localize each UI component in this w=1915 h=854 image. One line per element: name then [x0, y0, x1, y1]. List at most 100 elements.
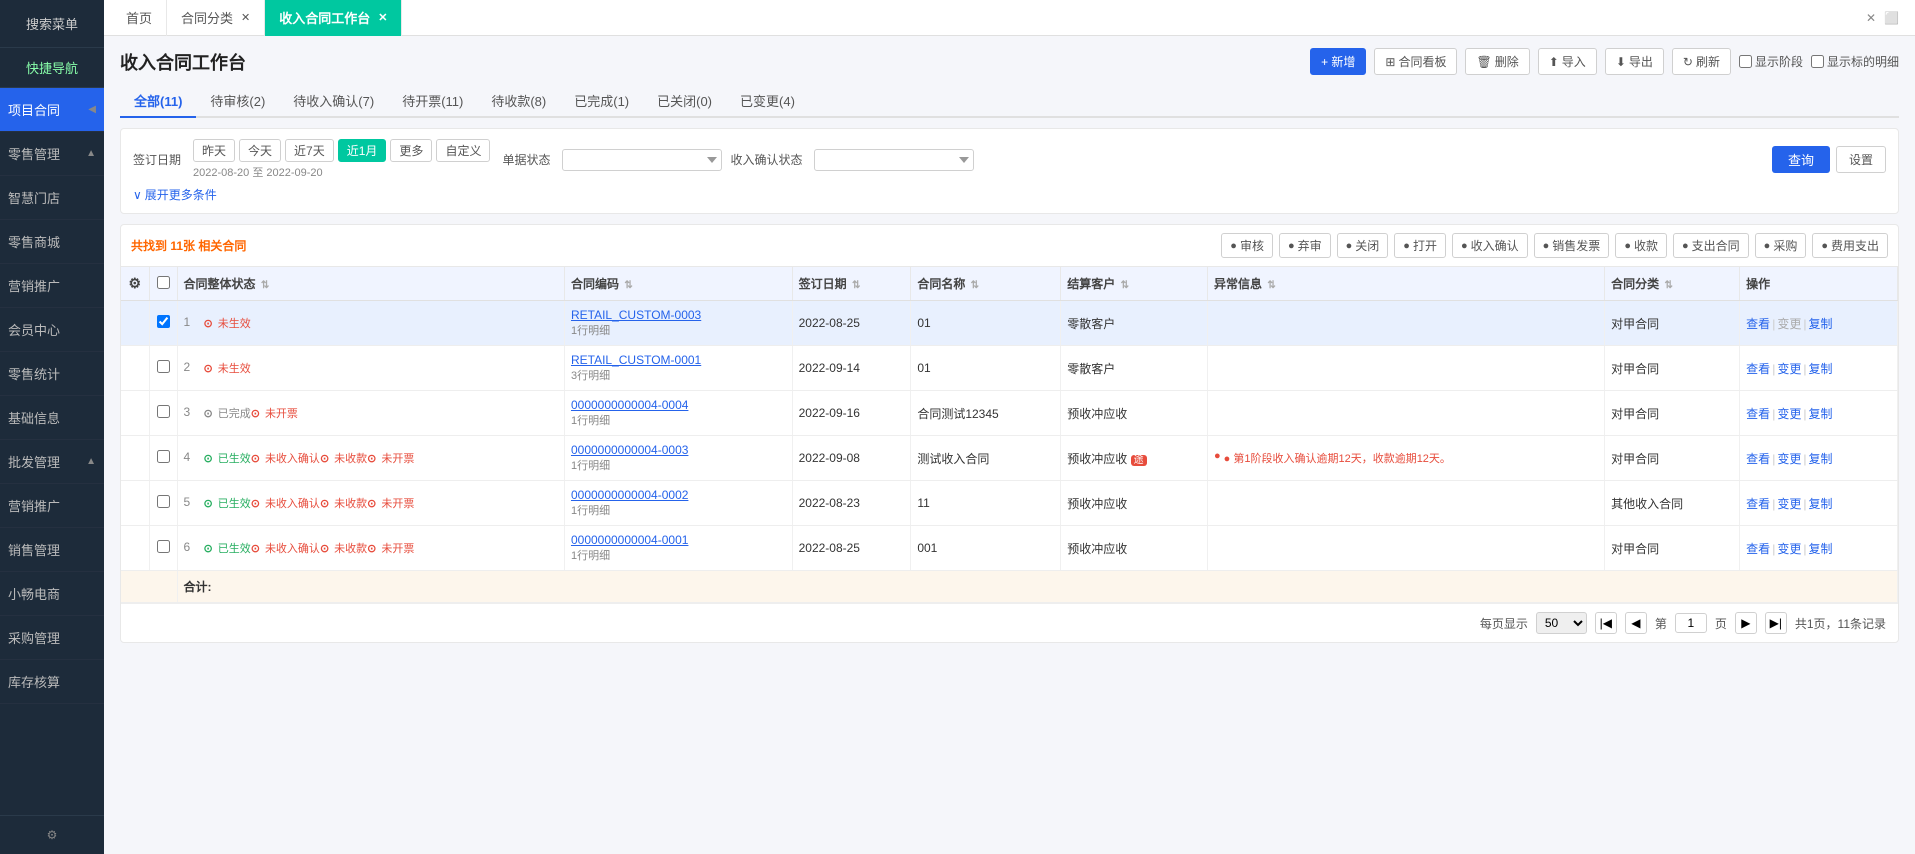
- table-action-btn[interactable]: ● 收款: [1615, 233, 1667, 258]
- contract-code-link[interactable]: RETAIL_CUSTOM-0001: [571, 353, 786, 367]
- status-tab[interactable]: 已关闭(0): [643, 85, 726, 118]
- sidebar-item-retail-stats[interactable]: 零售统计: [0, 352, 104, 396]
- row-checkbox[interactable]: [157, 315, 170, 328]
- op-查看[interactable]: 查看: [1746, 497, 1770, 511]
- table-action-btn[interactable]: ● 弃审: [1279, 233, 1331, 258]
- income-confirm-select[interactable]: [814, 149, 974, 171]
- date-shortcut-btn[interactable]: 近1月: [338, 139, 387, 162]
- doc-status-select[interactable]: [562, 149, 722, 171]
- sidebar-item-member-center[interactable]: 会员中心: [0, 308, 104, 352]
- table-action-btn[interactable]: ● 打开: [1394, 233, 1446, 258]
- op-查看[interactable]: 查看: [1746, 452, 1770, 466]
- tab-home[interactable]: 首页: [112, 0, 167, 36]
- tab-income-contract[interactable]: 收入合同工作台 ✕: [265, 0, 402, 36]
- op-复制[interactable]: 复制: [1808, 317, 1832, 331]
- date-shortcut-btn[interactable]: 昨天: [193, 139, 235, 162]
- row-checkbox[interactable]: [157, 540, 170, 553]
- sidebar-item-purchase-mgmt[interactable]: 采购管理: [0, 616, 104, 660]
- table-action-btn[interactable]: ● 审核: [1221, 233, 1273, 258]
- error-icon: ●: [1214, 450, 1221, 462]
- last-page-btn[interactable]: ▶|: [1765, 612, 1787, 634]
- status-tab[interactable]: 待收款(8): [477, 85, 560, 118]
- date-shortcut-btn[interactable]: 今天: [239, 139, 281, 162]
- sidebar-item-wholesale-mgmt[interactable]: 批发管理 ▲: [0, 440, 104, 484]
- op-变更[interactable]: 变更: [1777, 407, 1801, 421]
- import-btn[interactable]: ⬆ 导入: [1538, 48, 1597, 75]
- table-action-btn[interactable]: ● 收入确认: [1452, 233, 1528, 258]
- status-tab[interactable]: 待开票(11): [388, 85, 477, 118]
- prev-page-btn[interactable]: ◀: [1625, 612, 1647, 634]
- sidebar-item-retail-mall[interactable]: 零售商城: [0, 220, 104, 264]
- tab-close-income-contract[interactable]: ✕: [378, 11, 387, 24]
- show-stage-checkbox[interactable]: 显示阶段: [1739, 53, 1803, 70]
- refresh-btn[interactable]: ↻ 刷新: [1672, 48, 1731, 75]
- sidebar-item-marketing[interactable]: 营销推广: [0, 264, 104, 308]
- row-checkbox[interactable]: [157, 360, 170, 373]
- row-checkbox[interactable]: [157, 495, 170, 508]
- expand-filter-btn[interactable]: ∨ 展开更多条件: [133, 186, 217, 203]
- op-变更[interactable]: 变更: [1777, 452, 1801, 466]
- next-page-btn[interactable]: ▶: [1735, 612, 1757, 634]
- sidebar-item-marketing2[interactable]: 营销推广: [0, 484, 104, 528]
- op-复制[interactable]: 复制: [1808, 407, 1832, 421]
- op-复制[interactable]: 复制: [1808, 452, 1832, 466]
- op-查看[interactable]: 查看: [1746, 362, 1770, 376]
- date-shortcut-btn[interactable]: 更多: [390, 139, 432, 162]
- status-tab[interactable]: 已完成(1): [560, 85, 643, 118]
- col-settings[interactable]: ⚙: [121, 267, 149, 301]
- show-detail-checkbox[interactable]: 显示标的明细: [1811, 53, 1899, 70]
- contract-board-btn[interactable]: ⊞ 合同看板: [1374, 48, 1457, 75]
- status-tab[interactable]: 已变更(4): [726, 85, 809, 118]
- op-查看[interactable]: 查看: [1746, 407, 1770, 421]
- tab-contract-category[interactable]: 合同分类 ✕: [167, 0, 265, 36]
- page-input[interactable]: [1675, 613, 1707, 633]
- sidebar-item-ecommerce[interactable]: 小畅电商: [0, 572, 104, 616]
- op-变更[interactable]: 变更: [1777, 542, 1801, 556]
- op-复制[interactable]: 复制: [1808, 497, 1832, 511]
- tab-close-contract-category[interactable]: ✕: [241, 11, 250, 24]
- op-查看[interactable]: 查看: [1746, 317, 1770, 331]
- table-action-btn[interactable]: ● 费用支出: [1812, 233, 1888, 258]
- settings-btn[interactable]: 设置: [1836, 146, 1886, 173]
- contract-code-link[interactable]: 0000000000004-0003: [571, 443, 786, 457]
- export-btn[interactable]: ⬇ 导出: [1605, 48, 1664, 75]
- table-action-btn[interactable]: ● 销售发票: [1534, 233, 1610, 258]
- date-shortcut-btn[interactable]: 自定义: [436, 139, 490, 162]
- table-action-btn[interactable]: ● 关闭: [1337, 233, 1389, 258]
- sidebar-item-sales-mgmt[interactable]: 销售管理: [0, 528, 104, 572]
- date-shortcut-btn[interactable]: 近7天: [285, 139, 334, 162]
- page-size-select[interactable]: 10 20 50 100: [1536, 612, 1587, 634]
- restore-window-btn[interactable]: ⬜: [1884, 11, 1899, 25]
- delete-btn[interactable]: 🗑 删除: [1465, 48, 1529, 75]
- op-变更[interactable]: 变更: [1777, 362, 1801, 376]
- sidebar-nav[interactable]: 快捷导航: [0, 48, 104, 88]
- table-action-btn[interactable]: ● 支出合同: [1673, 233, 1749, 258]
- op-变更[interactable]: 变更: [1777, 497, 1801, 511]
- op-复制[interactable]: 复制: [1808, 362, 1832, 376]
- sidebar-item-retail-mgmt[interactable]: 零售管理 ▲: [0, 132, 104, 176]
- contract-code-link[interactable]: 0000000000004-0004: [571, 398, 786, 412]
- column-settings-icon[interactable]: ⚙: [128, 275, 141, 291]
- row-checkbox[interactable]: [157, 450, 170, 463]
- new-btn[interactable]: + 新增: [1310, 48, 1366, 75]
- status-tab[interactable]: 待收入确认(7): [279, 85, 388, 118]
- status-tab[interactable]: 全部(11): [120, 85, 196, 118]
- op-查看[interactable]: 查看: [1746, 542, 1770, 556]
- contract-code-link[interactable]: 0000000000004-0002: [571, 488, 786, 502]
- select-all-checkbox[interactable]: [157, 276, 170, 289]
- sidebar-item-basic-info[interactable]: 基础信息: [0, 396, 104, 440]
- contract-code-link[interactable]: 0000000000004-0001: [571, 533, 786, 547]
- settings-icon[interactable]: ⚙: [0, 815, 104, 854]
- sidebar-search[interactable]: 搜索菜单: [0, 0, 104, 48]
- contract-code-link[interactable]: RETAIL_CUSTOM-0003: [571, 308, 786, 322]
- table-action-btn[interactable]: ● 采购: [1755, 233, 1807, 258]
- sidebar-item-smart-store[interactable]: 智慧门店: [0, 176, 104, 220]
- query-btn[interactable]: 查询: [1772, 146, 1830, 173]
- status-tab[interactable]: 待审核(2): [196, 85, 279, 118]
- row-checkbox[interactable]: [157, 405, 170, 418]
- close-all-tabs-btn[interactable]: ✕: [1866, 11, 1876, 25]
- sidebar-item-inventory[interactable]: 库存核算: [0, 660, 104, 704]
- op-复制[interactable]: 复制: [1808, 542, 1832, 556]
- sidebar-item-project-contract[interactable]: 项目合同 ◀: [0, 88, 104, 132]
- first-page-btn[interactable]: |◀: [1595, 612, 1617, 634]
